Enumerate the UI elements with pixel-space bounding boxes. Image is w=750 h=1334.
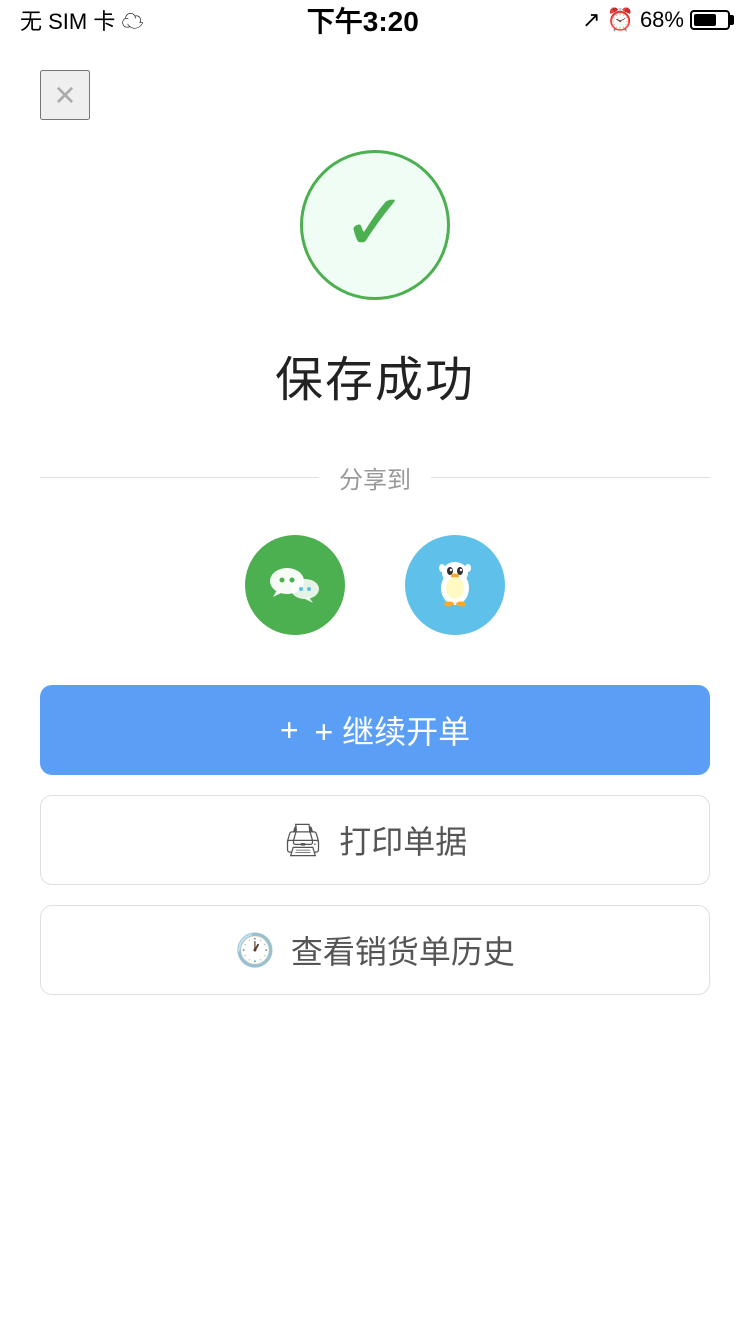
status-bar: 无 SIM 卡 ☁ 下午3:20 ↗ ⏰ 68% — [0, 0, 750, 40]
history-button[interactable]: 🕐 查看销货单历史 — [40, 905, 710, 995]
share-label: 分享到 — [339, 460, 411, 495]
share-section: 分享到 — [40, 460, 710, 635]
plus-icon: + — [280, 712, 299, 749]
continue-label: + 继续开单 — [315, 707, 471, 753]
main-content: × ✓ 保存成功 分享到 — [0, 40, 750, 1035]
status-time: 下午3:20 — [307, 0, 419, 40]
wechat-share-button[interactable] — [245, 535, 345, 635]
continue-button[interactable]: + + 继续开单 — [40, 685, 710, 775]
success-title: 保存成功 — [275, 340, 475, 410]
print-button[interactable]: 🖨 打印单据 — [40, 795, 710, 885]
battery-icon — [690, 10, 730, 30]
status-right: ↗ ⏰ 68% — [582, 7, 730, 33]
success-circle: ✓ — [300, 150, 450, 300]
status-left: 无 SIM 卡 ☁ — [20, 4, 143, 36]
print-icon: 🖨 — [283, 821, 324, 859]
checkmark-icon: ✓ — [341, 183, 408, 263]
qq-icon — [428, 558, 483, 613]
print-label: 打印单据 — [339, 817, 467, 863]
share-icons — [40, 535, 710, 635]
close-button[interactable]: × — [40, 70, 90, 120]
location-icon: ↗ — [582, 7, 600, 33]
alarm-icon: ⏰ — [607, 7, 634, 33]
divider-right — [431, 477, 710, 478]
no-sim-text: 无 SIM 卡 ☁ — [20, 4, 143, 36]
clock-icon: 🕐 — [235, 931, 275, 969]
history-label: 查看销货单历史 — [291, 927, 515, 973]
divider-left — [40, 477, 319, 478]
battery-percent: 68% — [640, 7, 684, 33]
wechat-icon — [265, 555, 325, 615]
close-icon: × — [54, 77, 75, 113]
qq-share-button[interactable] — [405, 535, 505, 635]
battery-fill — [694, 14, 716, 26]
share-divider: 分享到 — [40, 460, 710, 495]
action-buttons: + + 继续开单 🖨 打印单据 🕐 查看销货单历史 — [40, 685, 710, 995]
